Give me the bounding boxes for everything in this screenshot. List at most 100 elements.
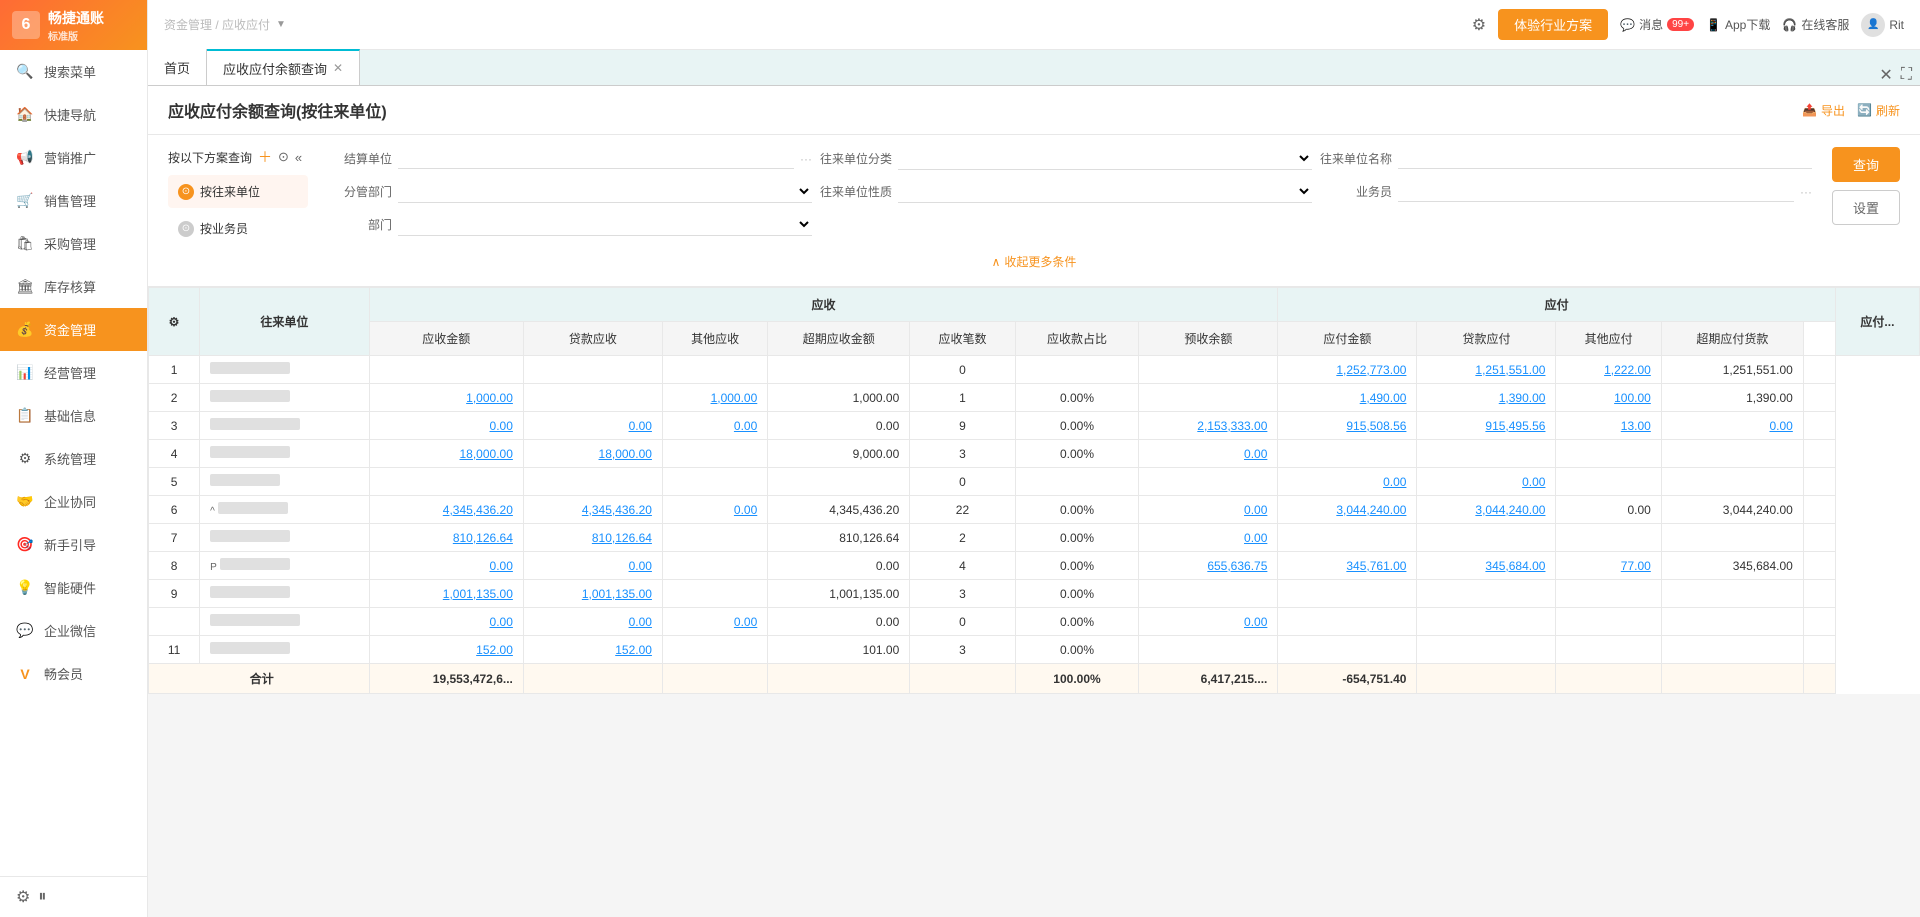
row-recv-amount[interactable]: 1,000.00 bbox=[369, 384, 523, 412]
message-action[interactable]: 💬 消息 99+ bbox=[1620, 16, 1694, 33]
hardware-icon: 💡 bbox=[16, 579, 34, 596]
row-other-pay[interactable]: 13.00 bbox=[1556, 412, 1661, 440]
online-service-action[interactable]: 🎧 在线客服 bbox=[1782, 16, 1849, 33]
row-loan-pay[interactable]: 915,495.56 bbox=[1417, 412, 1556, 440]
app-download-action[interactable]: 📱 App下载 bbox=[1706, 16, 1770, 33]
dept-select[interactable] bbox=[398, 180, 812, 203]
sidebar-item-system[interactable]: ⚙ 系统管理 bbox=[0, 437, 147, 480]
row-loan-pay[interactable]: 345,684.00 bbox=[1417, 552, 1556, 580]
row-other-pay[interactable]: 1,222.00 bbox=[1556, 356, 1661, 384]
row-recv-amount[interactable]: 1,001,135.00 bbox=[369, 580, 523, 608]
row-loan-pay[interactable]: 1,390.00 bbox=[1417, 384, 1556, 412]
sidebar-item-member[interactable]: V 畅会员 bbox=[0, 652, 147, 695]
filter-by-unit[interactable]: ⊙ 按往来单位 bbox=[168, 175, 308, 208]
row-recv-amount[interactable]: 18,000.00 bbox=[369, 440, 523, 468]
sidebar-item-search[interactable]: 🔍 搜索菜单 bbox=[0, 50, 147, 93]
collapse-more-conditions[interactable]: ∧ 收起更多条件 bbox=[168, 253, 1900, 270]
sidebar-item-sales[interactable]: 🛒 销售管理 bbox=[0, 179, 147, 222]
row-prepay[interactable]: 0.00 bbox=[1139, 440, 1278, 468]
row-recv-amount[interactable]: 0.00 bbox=[369, 412, 523, 440]
salesman-input[interactable] bbox=[1398, 181, 1794, 202]
sidebar-collapse-icon[interactable]: ⏸ bbox=[38, 888, 46, 906]
export-button[interactable]: 📤 导出 bbox=[1802, 102, 1845, 119]
target-icon[interactable]: ⊙ bbox=[278, 149, 289, 165]
row-other-pay[interactable]: 77.00 bbox=[1556, 552, 1661, 580]
sidebar-settings-icon[interactable]: ⚙ bbox=[16, 887, 30, 907]
row-recv-amount[interactable]: 4,345,436.20 bbox=[369, 496, 523, 524]
industry-btn[interactable]: 体验行业方案 bbox=[1498, 9, 1608, 40]
row-loan-recv[interactable]: 810,126.64 bbox=[523, 524, 662, 552]
row-loan-recv[interactable]: 0.00 bbox=[523, 552, 662, 580]
sidebar-item-operations[interactable]: 📊 经营管理 bbox=[0, 351, 147, 394]
sidebar-item-finance[interactable]: 💰 资金管理 bbox=[0, 308, 147, 351]
row-prepay[interactable]: 0.00 bbox=[1139, 524, 1278, 552]
row-loan-recv[interactable]: 0.00 bbox=[523, 608, 662, 636]
collapse-left-icon[interactable]: « bbox=[295, 150, 302, 165]
tab-home[interactable]: 首页 bbox=[148, 49, 207, 85]
query-button[interactable]: 查询 bbox=[1832, 147, 1900, 182]
row-recv-amount[interactable]: 0.00 bbox=[369, 552, 523, 580]
row-prepay[interactable]: 0.00 bbox=[1139, 496, 1278, 524]
settings-icon[interactable]: ⚙ bbox=[1472, 15, 1486, 35]
settlement-unit-input[interactable] bbox=[398, 148, 794, 169]
row-other-pay[interactable]: 100.00 bbox=[1556, 384, 1661, 412]
row-other-recv[interactable]: 0.00 bbox=[662, 496, 767, 524]
sidebar-item-hardware[interactable]: 💡 智能硬件 bbox=[0, 566, 147, 609]
setting-button[interactable]: 设置 bbox=[1832, 190, 1900, 225]
sidebar-item-quicknav[interactable]: 🏠 快捷导航 bbox=[0, 93, 147, 136]
row-other-recv[interactable]: 0.00 bbox=[662, 608, 767, 636]
sidebar-item-marketing[interactable]: 📢 营销推广 bbox=[0, 136, 147, 179]
row-pay-amount[interactable]: 915,508.56 bbox=[1278, 412, 1417, 440]
row-recv-amount[interactable]: 810,126.64 bbox=[369, 524, 523, 552]
row-loan-recv[interactable]: 4,345,436.20 bbox=[523, 496, 662, 524]
row-overdue-pay[interactable]: 0.00 bbox=[1661, 412, 1803, 440]
row-loan-recv[interactable]: 1,001,135.00 bbox=[523, 580, 662, 608]
sidebar-item-guide[interactable]: 🎯 新手引导 bbox=[0, 523, 147, 566]
row-pay-amount[interactable]: 1,490.00 bbox=[1278, 384, 1417, 412]
row-loan-pay[interactable]: 3,044,240.00 bbox=[1417, 496, 1556, 524]
tab-maximize-icon[interactable]: ⛶ bbox=[1901, 66, 1912, 84]
row-prepay[interactable]: 655,636.75 bbox=[1139, 552, 1278, 580]
tab-receivable-label: 应收应付余额查询 bbox=[223, 59, 327, 78]
col-settings[interactable]: ⚙ bbox=[149, 288, 200, 356]
tab-close-window-icon[interactable]: ✕ bbox=[1879, 65, 1892, 85]
row-loan-recv[interactable]: 18,000.00 bbox=[523, 440, 662, 468]
row-overdue-recv: 0.00 bbox=[768, 412, 910, 440]
row-pay-amount[interactable]: 0.00 bbox=[1278, 468, 1417, 496]
add-scheme-icon[interactable]: ＋ bbox=[258, 147, 272, 167]
row-prepay[interactable]: 2,153,333.00 bbox=[1139, 412, 1278, 440]
sidebar-item-purchase[interactable]: 🛍 采购管理 bbox=[0, 222, 147, 265]
row-recv-amount[interactable]: 0.00 bbox=[369, 608, 523, 636]
sidebar-item-wechat[interactable]: 💬 企业微信 bbox=[0, 609, 147, 652]
row-loan-pay[interactable]: 0.00 bbox=[1417, 468, 1556, 496]
row-pay-amount[interactable]: 1,252,773.00 bbox=[1278, 356, 1417, 384]
row-loan-pay[interactable]: 1,251,551.00 bbox=[1417, 356, 1556, 384]
filter-by-salesman[interactable]: ⊙ 按业务员 bbox=[168, 212, 308, 245]
row-other-pay: 0.00 bbox=[1556, 496, 1661, 524]
salesman-ellipsis[interactable]: ··· bbox=[1800, 185, 1812, 199]
department-select[interactable] bbox=[398, 213, 812, 236]
sidebar-item-basic-info[interactable]: 📋 基础信息 bbox=[0, 394, 147, 437]
tab-close-icon[interactable]: ✕ bbox=[333, 61, 343, 75]
row-loan-recv[interactable]: 152.00 bbox=[523, 636, 662, 664]
breadcrumb-dropdown[interactable]: ▼ bbox=[276, 19, 286, 30]
unit-name-input[interactable] bbox=[1398, 148, 1812, 169]
row-overdue-pay: 345,684.00 bbox=[1661, 552, 1803, 580]
row-other-recv[interactable]: 1,000.00 bbox=[662, 384, 767, 412]
sidebar-item-inventory[interactable]: 🏛 库存核算 bbox=[0, 265, 147, 308]
row-other-recv[interactable]: 0.00 bbox=[662, 412, 767, 440]
row-prepay[interactable]: 0.00 bbox=[1139, 608, 1278, 636]
user-info[interactable]: 👤 Rit bbox=[1861, 13, 1904, 37]
sidebar-item-collab[interactable]: 🤝 企业协同 bbox=[0, 480, 147, 523]
row-recv-amount[interactable]: 152.00 bbox=[369, 636, 523, 664]
unit-category-select[interactable] bbox=[898, 147, 1312, 170]
tab-receivable[interactable]: 应收应付余额查询 ✕ bbox=[207, 49, 360, 85]
settlement-unit-ellipsis[interactable]: ··· bbox=[800, 152, 812, 166]
unit-nature-select[interactable] bbox=[898, 180, 1312, 203]
table-row: 1 0 1,252,773.00 1,251,551.00 1,222.00 1… bbox=[149, 356, 1920, 384]
sidebar-item-label: 营销推广 bbox=[44, 148, 96, 167]
row-loan-recv[interactable]: 0.00 bbox=[523, 412, 662, 440]
row-pay-amount[interactable]: 345,761.00 bbox=[1278, 552, 1417, 580]
row-pay-amount[interactable]: 3,044,240.00 bbox=[1278, 496, 1417, 524]
refresh-button[interactable]: 🔄 刷新 bbox=[1857, 102, 1900, 119]
